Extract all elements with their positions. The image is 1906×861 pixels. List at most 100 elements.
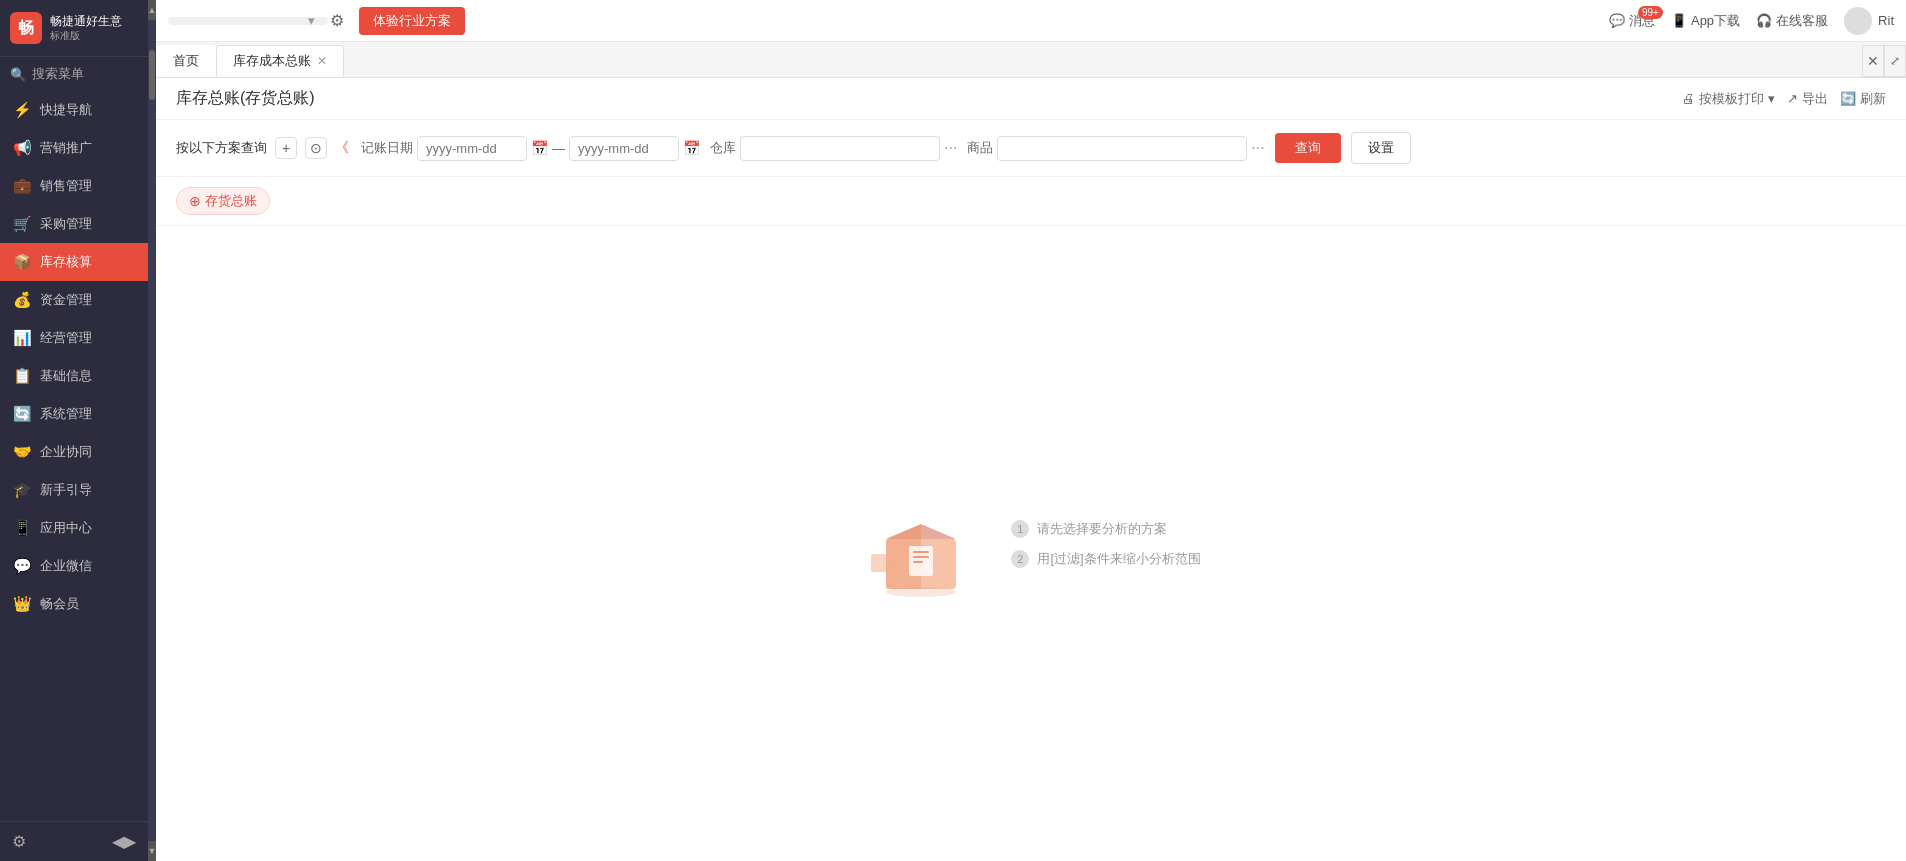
- tip-1-number: 1: [1011, 520, 1029, 538]
- sidebar-logo: 畅 畅捷通好生意 标准版: [0, 0, 148, 57]
- topbar-chevron-icon[interactable]: ▾: [308, 13, 315, 28]
- svg-rect-5: [913, 551, 929, 553]
- empty-illustration: [861, 484, 981, 604]
- tip-2-number: 2: [1011, 550, 1029, 568]
- industry-solution-button[interactable]: 体验行业方案: [359, 7, 465, 35]
- sidebar-item-base-info[interactable]: 📋 基础信息: [0, 357, 148, 395]
- beginner-icon: 🎓: [12, 481, 32, 499]
- sidebar-item-sales[interactable]: 💼 销售管理: [0, 167, 148, 205]
- date-filter-label: 记账日期: [361, 139, 413, 157]
- tab-inventory-ledger[interactable]: 库存成本总账 ✕: [216, 45, 344, 77]
- sidebar-item-wechat[interactable]: 💬 企业微信: [0, 547, 148, 585]
- print-button[interactable]: 🖨 按模板打印 ▾: [1682, 90, 1775, 108]
- filter-settings-button[interactable]: ⊙: [305, 137, 327, 159]
- date-end-input[interactable]: [569, 136, 679, 161]
- tabbar: 首页 库存成本总账 ✕ ✕ ⤢: [156, 42, 1906, 78]
- filter-collapse-icon[interactable]: 《: [335, 139, 349, 157]
- settings-button[interactable]: 设置: [1351, 132, 1411, 164]
- online-service-button[interactable]: 🎧 在线客服: [1756, 12, 1828, 30]
- sidebar-item-purchase[interactable]: 🛒 采购管理: [0, 205, 148, 243]
- empty-state: 1 请先选择要分析的方案 2 用[过滤]条件来缩小分析范围: [156, 226, 1906, 861]
- sidebar-nav: ⚡ 快捷导航 📢 营销推广 💼 销售管理 🛒 采购管理 📦 库存核算 💰 资金管…: [0, 91, 148, 821]
- cooperation-icon: 🤝: [12, 443, 32, 461]
- sidebar-item-operations[interactable]: 📊 经营管理: [0, 319, 148, 357]
- sidebar-scrollbar[interactable]: ▲ ▼: [148, 0, 156, 861]
- scheme-tag-icon: ⊕: [189, 193, 201, 209]
- avatar: [1844, 7, 1872, 35]
- export-button[interactable]: ↗ 导出: [1787, 90, 1828, 108]
- date-end-calendar-icon[interactable]: 📅: [683, 140, 700, 156]
- sidebar-item-beginner[interactable]: 🎓 新手引导: [0, 471, 148, 509]
- empty-tips: 1 请先选择要分析的方案 2 用[过滤]条件来缩小分析范围: [1011, 520, 1200, 568]
- scroll-thumb[interactable]: [149, 50, 155, 100]
- empty-tip-1: 1 请先选择要分析的方案: [1011, 520, 1200, 538]
- refresh-button[interactable]: 🔄 刷新: [1840, 90, 1886, 108]
- close-panel-icon[interactable]: ✕: [1862, 45, 1884, 77]
- warehouse-more-icon[interactable]: ···: [944, 139, 957, 157]
- product-more-icon[interactable]: ···: [1251, 139, 1264, 157]
- settings-footer-icon[interactable]: ⚙: [12, 832, 26, 851]
- sidebar-item-quick-nav[interactable]: ⚡ 快捷导航: [0, 91, 148, 129]
- date-start-calendar-icon[interactable]: 📅: [531, 140, 548, 156]
- filter-scheme-label: 按以下方案查询: [176, 139, 267, 157]
- user-area[interactable]: Rit: [1844, 7, 1894, 35]
- topbar-search-box[interactable]: [168, 17, 328, 25]
- scheme-tag-inventory[interactable]: ⊕ 存货总账: [176, 187, 270, 215]
- sidebar-item-inventory[interactable]: 📦 库存核算: [0, 243, 148, 281]
- member-icon: 👑: [12, 595, 32, 613]
- tab-home[interactable]: 首页: [156, 45, 216, 77]
- product-filter-label: 商品: [967, 139, 993, 157]
- operations-icon: 📊: [12, 329, 32, 347]
- app-center-icon: 📱: [12, 519, 32, 537]
- scroll-up-btn[interactable]: ▲: [148, 0, 156, 20]
- page-title: 库存总账(存货总账): [176, 88, 315, 109]
- svg-rect-7: [913, 561, 923, 563]
- inventory-icon: 📦: [12, 253, 32, 271]
- sidebar-search-menu[interactable]: 🔍 搜索菜单: [0, 57, 148, 91]
- logo-text: 畅捷通好生意 标准版: [50, 14, 122, 43]
- product-input[interactable]: [997, 136, 1247, 161]
- sidebar-item-system[interactable]: 🔄 系统管理: [0, 395, 148, 433]
- sidebar-item-cooperation[interactable]: 🤝 企业协同: [0, 433, 148, 471]
- print-icon: 🖨: [1682, 91, 1695, 106]
- topbar-search-area: ▾: [168, 13, 315, 28]
- sidebar-item-app-center[interactable]: 📱 应用中心: [0, 509, 148, 547]
- topbar-settings-icon[interactable]: ⚙: [323, 7, 351, 35]
- filter-add-button[interactable]: +: [275, 137, 297, 159]
- tab-close-icon[interactable]: ✕: [317, 54, 327, 68]
- sidebar-footer: ⚙ ◀▶: [0, 821, 148, 861]
- marketing-icon: 📢: [12, 139, 32, 157]
- scroll-down-btn[interactable]: ▼: [148, 841, 156, 861]
- content-area: 库存总账(存货总账) 🖨 按模板打印 ▾ ↗ 导出 🔄 刷新: [156, 78, 1906, 861]
- sidebar-item-finance[interactable]: 💰 资金管理: [0, 281, 148, 319]
- messages-button[interactable]: 💬 消息 99+: [1609, 12, 1655, 30]
- date-start-input[interactable]: [417, 136, 527, 161]
- query-button[interactable]: 查询: [1275, 133, 1341, 163]
- topbar-left: ▾ ⚙ 体验行业方案: [168, 7, 1601, 35]
- svg-marker-2: [921, 524, 956, 539]
- service-icon: 🎧: [1756, 13, 1772, 28]
- filter-row: 记账日期 📅 — 📅 仓库 ··· 商: [361, 132, 1411, 164]
- system-icon: 🔄: [12, 405, 32, 423]
- filter-bar: 按以下方案查询 + ⊙ 《 记账日期 📅 — 📅: [156, 120, 1906, 177]
- warehouse-input[interactable]: [740, 136, 940, 161]
- svg-marker-1: [886, 524, 921, 539]
- sidebar-item-member[interactable]: 👑 畅会员: [0, 585, 148, 623]
- app-download-icon: 📱: [1671, 13, 1687, 28]
- export-icon: ↗: [1787, 91, 1798, 106]
- sidebar-item-marketing[interactable]: 📢 营销推广: [0, 129, 148, 167]
- collapse-sidebar-icon[interactable]: ◀▶: [112, 832, 136, 851]
- svg-point-9: [886, 587, 956, 597]
- page-header: 库存总账(存货总账) 🖨 按模板打印 ▾ ↗ 导出 🔄 刷新: [156, 78, 1906, 120]
- warehouse-filter-label: 仓库: [710, 139, 736, 157]
- page-container: 库存总账(存货总账) 🖨 按模板打印 ▾ ↗ 导出 🔄 刷新: [156, 78, 1906, 861]
- page-actions: 🖨 按模板打印 ▾ ↗ 导出 🔄 刷新: [1682, 90, 1886, 108]
- date-separator: —: [552, 141, 565, 156]
- empty-tip-2: 2 用[过滤]条件来缩小分析范围: [1011, 550, 1200, 568]
- scroll-track: [148, 20, 156, 841]
- sidebar: 畅 畅捷通好生意 标准版 🔍 搜索菜单 ⚡ 快捷导航 📢 营销推广 💼 销售管理…: [0, 0, 148, 861]
- print-dropdown-icon[interactable]: ▾: [1768, 91, 1775, 106]
- quick-nav-icon: ⚡: [12, 101, 32, 119]
- expand-panel-icon[interactable]: ⤢: [1884, 45, 1906, 77]
- app-download-button[interactable]: 📱 App下载: [1671, 12, 1740, 30]
